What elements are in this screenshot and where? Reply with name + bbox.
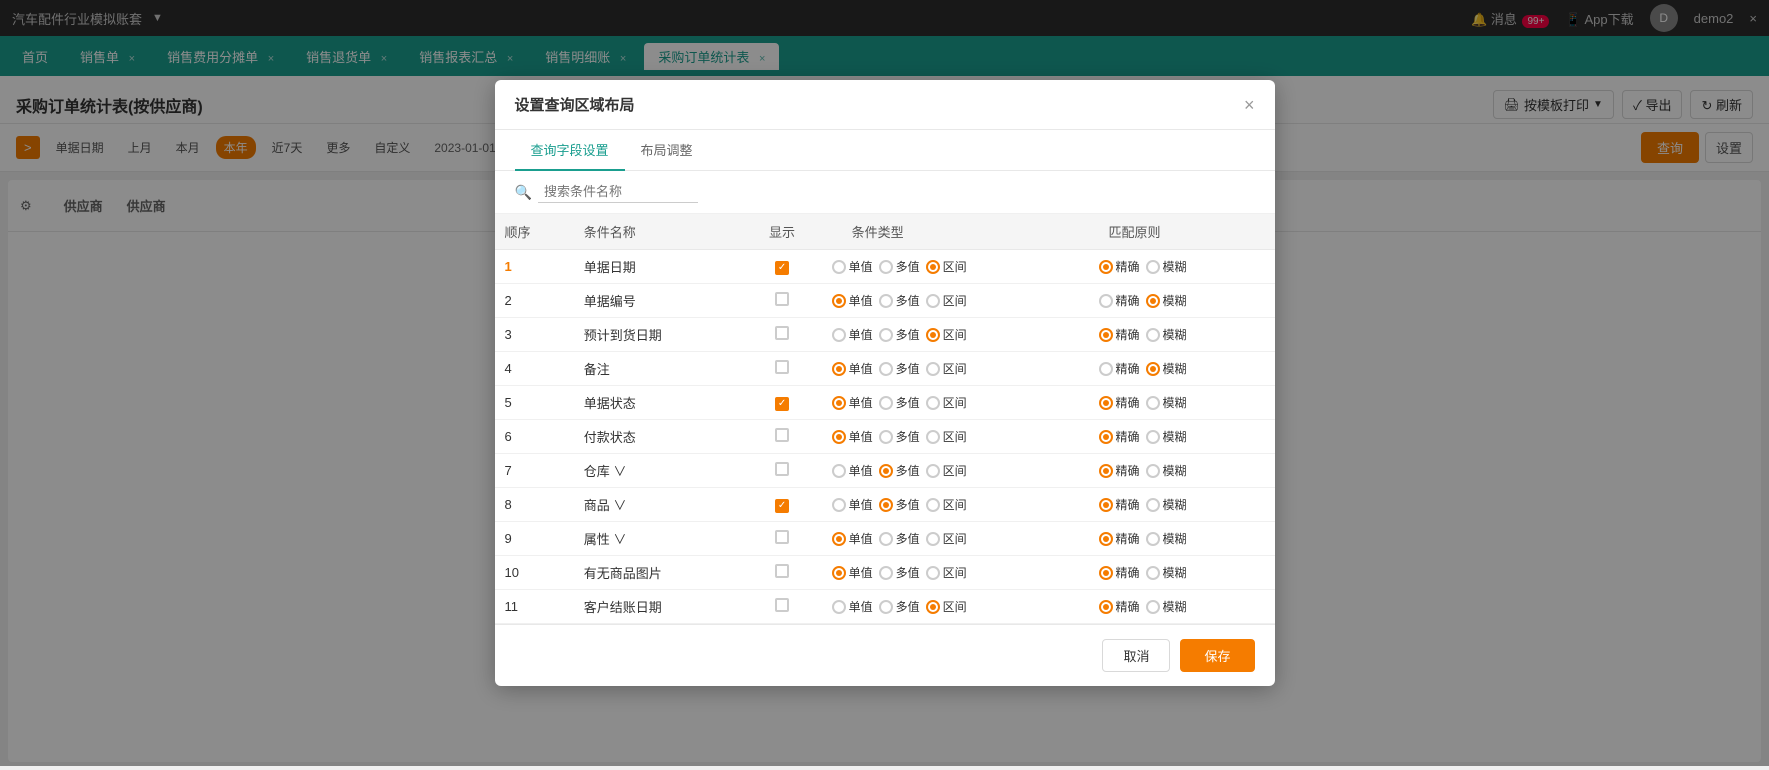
dialog-header: 设置查询区域布局 × [495,80,1275,130]
table-row: 7仓库 ∨ 单值多值区间精确模糊 [495,454,1275,488]
row-type-9: 单值多值区间 [822,556,1089,590]
row-order-0: 1 [495,250,574,284]
dialog-body: 顺序 条件名称 显示 条件类型 匹配原则 1单据日期单值多值区间精确模糊2单据编… [495,214,1275,624]
row-name-10: 客户结账日期 [574,590,743,624]
row-name-3: 备注 [574,352,743,386]
row-match-3: 精确模糊 [1089,352,1275,386]
row-display-3[interactable] [742,352,821,386]
row-match-0: 精确模糊 [1089,250,1275,284]
row-type-6: 单值多值区间 [822,454,1089,488]
row-name-1: 单据编号 [574,284,743,318]
save-button[interactable]: 保存 [1180,639,1254,672]
row-order-7: 8 [495,488,574,522]
row-type-1: 单值多值区间 [822,284,1089,318]
row-match-8: 精确模糊 [1089,522,1275,556]
row-order-5: 6 [495,420,574,454]
row-name-4: 单据状态 [574,386,743,420]
col-display: 显示 [742,214,821,250]
row-display-7[interactable] [742,488,821,522]
row-name-9: 有无商品图片 [574,556,743,590]
row-display-1[interactable] [742,284,821,318]
col-name: 条件名称 [574,214,743,250]
row-type-10: 单值多值区间 [822,590,1089,624]
table-row: 11客户结账日期 单值多值区间精确模糊 [495,590,1275,624]
row-order-9: 10 [495,556,574,590]
dialog-close-button[interactable]: × [1244,96,1255,114]
row-name-7: 商品 ∨ [574,488,743,522]
table-row: 5单据状态 单值多值区间精确模糊 [495,386,1275,420]
row-type-2: 单值多值区间 [822,318,1089,352]
table-row: 10有无商品图片 单值多值区间精确模糊 [495,556,1275,590]
tab-layout[interactable]: 布局调整 [625,130,709,171]
table-row: 1单据日期 单值多值区间精确模糊 [495,250,1275,284]
row-order-4: 5 [495,386,574,420]
row-name-6: 仓库 ∨ [574,454,743,488]
dialog-search-bar: 🔍 [495,171,1275,214]
row-name-5: 付款状态 [574,420,743,454]
col-order: 顺序 [495,214,574,250]
search-input[interactable] [538,181,698,203]
cancel-button[interactable]: 取消 [1102,639,1170,672]
table-row: 9属性 ∨ 单值多值区间精确模糊 [495,522,1275,556]
row-name-2: 预计到货日期 [574,318,743,352]
row-display-10[interactable] [742,590,821,624]
dialog-title: 设置查询区域布局 [515,94,635,115]
row-type-3: 单值多值区间 [822,352,1089,386]
table-row: 2单据编号 单值多值区间精确模糊 [495,284,1275,318]
row-type-5: 单值多值区间 [822,420,1089,454]
row-display-2[interactable] [742,318,821,352]
row-type-0: 单值多值区间 [822,250,1089,284]
dialog-table-wrap: 顺序 条件名称 显示 条件类型 匹配原则 1单据日期单值多值区间精确模糊2单据编… [495,214,1275,624]
conditions-table: 顺序 条件名称 显示 条件类型 匹配原则 1单据日期单值多值区间精确模糊2单据编… [495,214,1275,624]
row-order-3: 4 [495,352,574,386]
row-type-7: 单值多值区间 [822,488,1089,522]
row-display-8[interactable] [742,522,821,556]
row-display-9[interactable] [742,556,821,590]
table-row: 3预计到货日期 单值多值区间精确模糊 [495,318,1275,352]
row-type-4: 单值多值区间 [822,386,1089,420]
row-match-7: 精确模糊 [1089,488,1275,522]
search-icon: 🔍 [515,184,532,201]
row-display-4[interactable] [742,386,821,420]
row-match-5: 精确模糊 [1089,420,1275,454]
row-match-10: 精确模糊 [1089,590,1275,624]
row-order-10: 11 [495,590,574,624]
row-display-0[interactable] [742,250,821,284]
row-display-6[interactable] [742,454,821,488]
row-type-8: 单值多值区间 [822,522,1089,556]
row-display-5[interactable] [742,420,821,454]
dialog-tabs: 查询字段设置 布局调整 [495,130,1275,171]
row-order-1: 2 [495,284,574,318]
dialog-footer: 取消 保存 [495,624,1275,686]
col-type: 条件类型 [822,214,1089,250]
row-match-4: 精确模糊 [1089,386,1275,420]
row-order-2: 3 [495,318,574,352]
table-row: 6付款状态 单值多值区间精确模糊 [495,420,1275,454]
row-match-2: 精确模糊 [1089,318,1275,352]
row-order-8: 9 [495,522,574,556]
col-match: 匹配原则 [1089,214,1275,250]
modal-overlay: 设置查询区域布局 × 查询字段设置 布局调整 🔍 顺序 条件名称 显示 [0,0,1769,766]
row-match-6: 精确模糊 [1089,454,1275,488]
row-order-6: 7 [495,454,574,488]
row-match-1: 精确模糊 [1089,284,1275,318]
table-row: 8商品 ∨ 单值多值区间精确模糊 [495,488,1275,522]
dialog: 设置查询区域布局 × 查询字段设置 布局调整 🔍 顺序 条件名称 显示 [495,80,1275,686]
table-row: 4备注 单值多值区间精确模糊 [495,352,1275,386]
tab-query-fields[interactable]: 查询字段设置 [515,130,625,171]
row-match-9: 精确模糊 [1089,556,1275,590]
row-name-0: 单据日期 [574,250,743,284]
row-name-8: 属性 ∨ [574,522,743,556]
